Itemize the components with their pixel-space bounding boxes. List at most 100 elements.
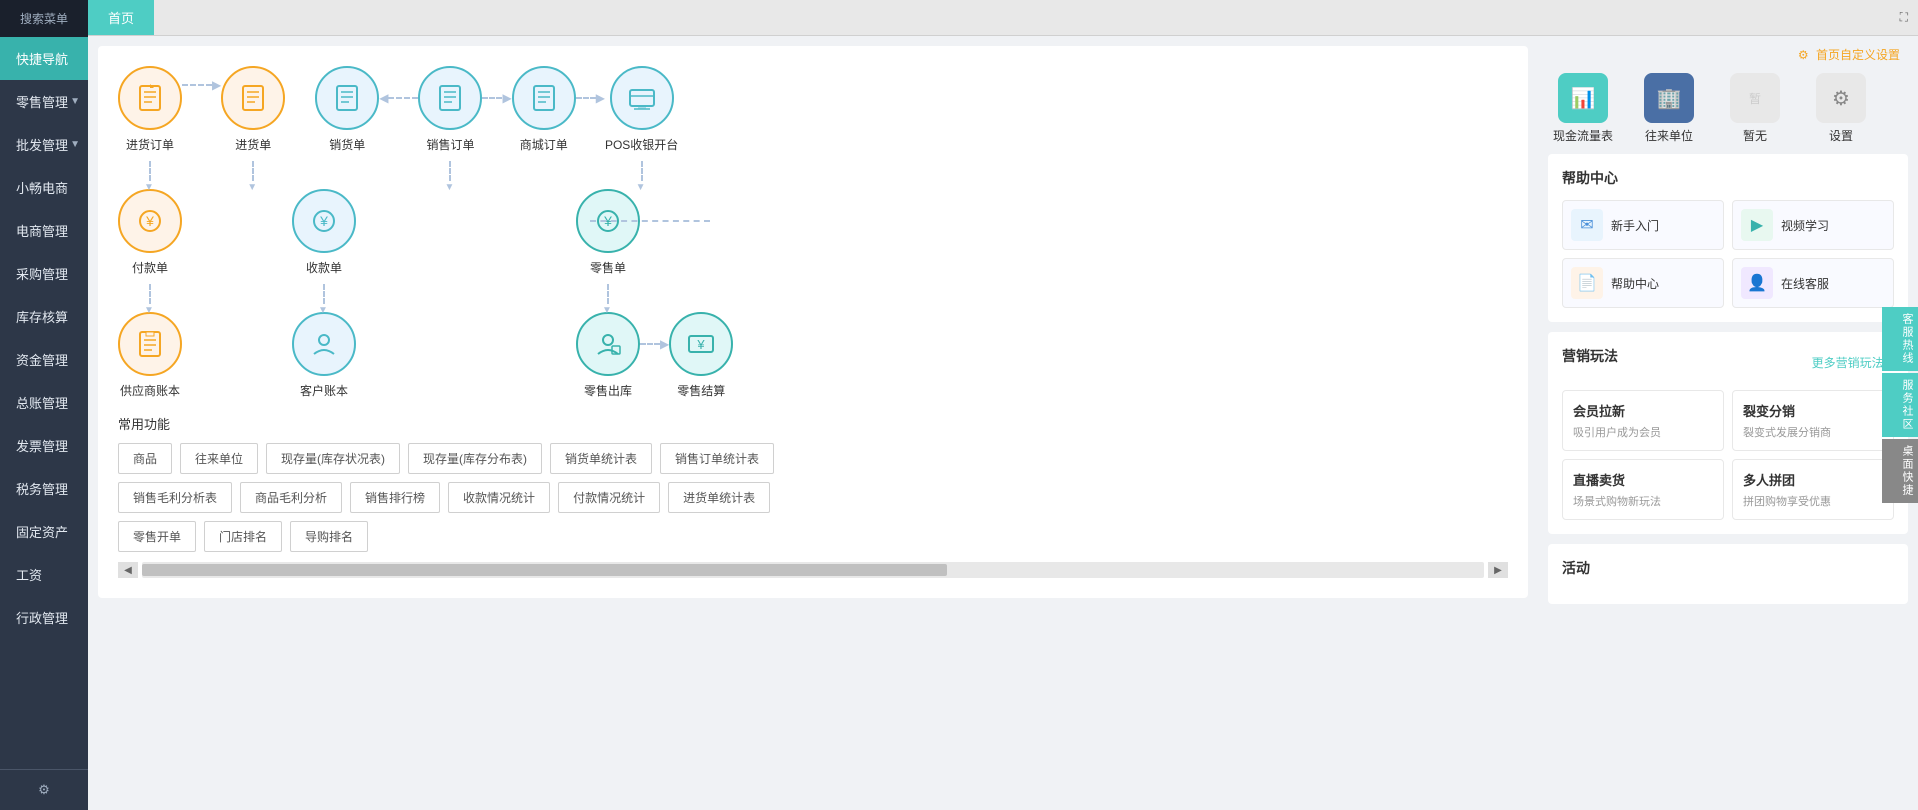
main-area: 首页 ⛶ 进货订单	[88, 0, 1918, 810]
gear-icon: ⚙	[1798, 48, 1812, 62]
node-purchase-order: 进货订单	[118, 66, 182, 181]
node-retail-outbound: 零售出库	[576, 312, 640, 399]
activity-card: 活动	[1548, 544, 1908, 604]
btn-retail-order[interactable]: 零售开单	[118, 521, 196, 552]
scroll-left-button[interactable]: ◀	[118, 562, 138, 578]
left-panel: 进货订单 ▶ 进货单	[88, 36, 1538, 810]
sidebar-item-general-ledger[interactable]: 总账管理	[0, 381, 88, 424]
node-sales-order: 销售订单	[418, 66, 482, 181]
marketing-card: 营销玩法 更多营销玩法 > 会员拉新 吸引用户成为会员 裂变分销 裂变式发展分销…	[1548, 332, 1908, 534]
sidebar-item-quick-nav[interactable]: 快捷导航	[0, 37, 88, 80]
svg-text:¥: ¥	[697, 337, 706, 352]
common-functions-title: 常用功能	[118, 414, 1508, 433]
node-supplier-account: 供应商账本	[118, 312, 182, 399]
sidebar-item-purchase[interactable]: 采购管理	[0, 252, 88, 295]
top-tabs: 首页 ⛶	[88, 0, 1918, 36]
float-buttons: 客服热线 服务社区 桌面快捷	[1882, 307, 1918, 503]
quick-nav-label: 快捷导航	[16, 49, 68, 68]
btn-sales-rank[interactable]: 销售排行榜	[350, 482, 440, 513]
btn-contacts[interactable]: 往来单位	[180, 443, 258, 474]
sidebar-item-admin[interactable]: 行政管理	[0, 596, 88, 639]
btn-sales-order-stat[interactable]: 销售订单统计表	[660, 443, 774, 474]
gear-icon: ⚙	[38, 782, 50, 797]
btn-stock-status[interactable]: 现存量(库存状况表)	[266, 443, 400, 474]
svg-text:¥: ¥	[319, 213, 328, 229]
workflow-card: 进货订单 ▶ 进货单	[98, 46, 1528, 598]
fullscreen-button[interactable]: ⛶	[1890, 10, 1918, 25]
node-payment: ¥ 付款单	[118, 189, 182, 304]
arrow-right-1: ▶	[182, 66, 221, 130]
qa-contacts[interactable]: 🏢 往来单位	[1634, 73, 1704, 144]
sidebar-item-finance[interactable]: 资金管理	[0, 338, 88, 381]
sidebar-item-wholesale[interactable]: 批发管理 ▼	[0, 123, 88, 166]
docs-icon: 📄	[1571, 267, 1603, 299]
node-retail-slip: ¥ 零售单	[576, 189, 640, 304]
help-item-beginner[interactable]: ✉ 新手入门	[1562, 200, 1724, 250]
marketing-grid: 会员拉新 吸引用户成为会员 裂变分销 裂变式发展分销商 直播卖货 场景式购物新玩…	[1562, 390, 1894, 520]
node-mall-order: 商城订单	[512, 66, 576, 153]
customize-header[interactable]: ⚙ 首页自定义设置	[1548, 46, 1908, 63]
scroll-track[interactable]	[142, 562, 1484, 578]
support-icon: 👤	[1741, 267, 1773, 299]
marketing-item-member[interactable]: 会员拉新 吸引用户成为会员	[1562, 390, 1724, 451]
marketing-item-group[interactable]: 多人拼团 拼团购物享受优惠	[1732, 459, 1894, 520]
quick-access-area: 📊 现金流量表 🏢 往来单位 暂 暂无 ⚙ 设置	[1548, 73, 1908, 144]
help-item-docs[interactable]: 📄 帮助中心	[1562, 258, 1724, 308]
cf-row-3: 零售开单 门店排名 导购排名	[118, 521, 1508, 552]
btn-guide-rank[interactable]: 导购排名	[290, 521, 368, 552]
btn-sales-stat[interactable]: 销货单统计表	[550, 443, 652, 474]
arrow-right-2: ▶	[482, 66, 511, 130]
sidebar-item-tax[interactable]: 税务管理	[0, 467, 88, 510]
sidebar-settings-button[interactable]: ⚙	[0, 769, 88, 810]
help-center-card: 帮助中心 ✉ 新手入门 ▶ 视频学习 📄 帮助中心 👤	[1548, 154, 1908, 322]
svg-text:¥: ¥	[145, 213, 154, 229]
btn-purchase-stat[interactable]: 进货单统计表	[668, 482, 770, 513]
scroll-right-button[interactable]: ▶	[1488, 562, 1508, 578]
btn-goods-profit[interactable]: 商品毛利分析	[240, 482, 342, 513]
help-item-video[interactable]: ▶ 视频学习	[1732, 200, 1894, 250]
sidebar-item-invoice[interactable]: 发票管理	[0, 424, 88, 467]
btn-receipt-stat[interactable]: 收款情况统计	[448, 482, 550, 513]
qa-empty: 暂 暂无	[1720, 73, 1790, 144]
node-sales-slip: 销货单	[315, 66, 379, 153]
content-area: 进货订单 ▶ 进货单	[88, 36, 1918, 810]
marketing-item-fission[interactable]: 裂变分销 裂变式发展分销商	[1732, 390, 1894, 451]
qa-settings[interactable]: ⚙ 设置	[1806, 73, 1876, 144]
float-customer-service[interactable]: 客服热线	[1882, 307, 1918, 371]
chevron-down-icon: ▼	[70, 139, 80, 150]
sidebar-item-retail[interactable]: 零售管理 ▼	[0, 80, 88, 123]
sidebar-item-ecommerce-small[interactable]: 小畅电商	[0, 166, 88, 209]
horizontal-scrollbar: ◀ ▶	[118, 562, 1508, 578]
arrow-right-3: ▶	[576, 66, 605, 130]
sidebar-item-inventory[interactable]: 库存核算	[0, 295, 88, 338]
scroll-thumb	[142, 564, 947, 576]
chevron-down-icon: ▼	[70, 96, 80, 107]
cf-row-1: 商品 往来单位 现存量(库存状况表) 现存量(库存分布表) 销货单统计表 销售订…	[118, 443, 1508, 474]
empty-icon: 暂	[1730, 73, 1780, 123]
btn-sales-profit[interactable]: 销售毛利分析表	[118, 482, 232, 513]
help-item-support[interactable]: 👤 在线客服	[1732, 258, 1894, 308]
btn-payment-stat[interactable]: 付款情况统计	[558, 482, 660, 513]
video-icon: ▶	[1741, 209, 1773, 241]
marketing-item-live[interactable]: 直播卖货 场景式购物新玩法	[1562, 459, 1724, 520]
sidebar-item-fixed-assets[interactable]: 固定资产	[0, 510, 88, 553]
search-menu-button[interactable]: 搜索菜单	[0, 0, 88, 37]
node-pos: POS收银开台	[605, 66, 678, 181]
node-retail-settlement: ¥ 零售结算	[669, 312, 733, 399]
right-panel: ⚙ 首页自定义设置 📊 现金流量表 🏢 往来单位 暂 暂无 ⚙	[1538, 36, 1918, 810]
node-purchase-slip: 进货单	[221, 66, 285, 181]
btn-goods[interactable]: 商品	[118, 443, 172, 474]
search-menu-label: 搜索菜单	[20, 12, 68, 26]
btn-stock-dist[interactable]: 现存量(库存分布表)	[408, 443, 542, 474]
sidebar-item-salary[interactable]: 工资	[0, 553, 88, 596]
qa-cashflow[interactable]: 📊 现金流量表	[1548, 73, 1618, 144]
arrow-left-1: ◀	[379, 66, 418, 130]
tab-home[interactable]: 首页	[88, 0, 154, 35]
common-functions: 常用功能 商品 往来单位 现存量(库存状况表) 现存量(库存分布表) 销货单统计…	[118, 414, 1508, 552]
btn-store-rank[interactable]: 门店排名	[204, 521, 282, 552]
float-desktop-shortcut[interactable]: 桌面快捷	[1882, 439, 1918, 503]
cashflow-icon: 📊	[1558, 73, 1608, 123]
float-community[interactable]: 服务社区	[1882, 373, 1918, 437]
sidebar-item-ecommerce-mgmt[interactable]: 电商管理	[0, 209, 88, 252]
help-grid: ✉ 新手入门 ▶ 视频学习 📄 帮助中心 👤 在线客服	[1562, 200, 1894, 308]
